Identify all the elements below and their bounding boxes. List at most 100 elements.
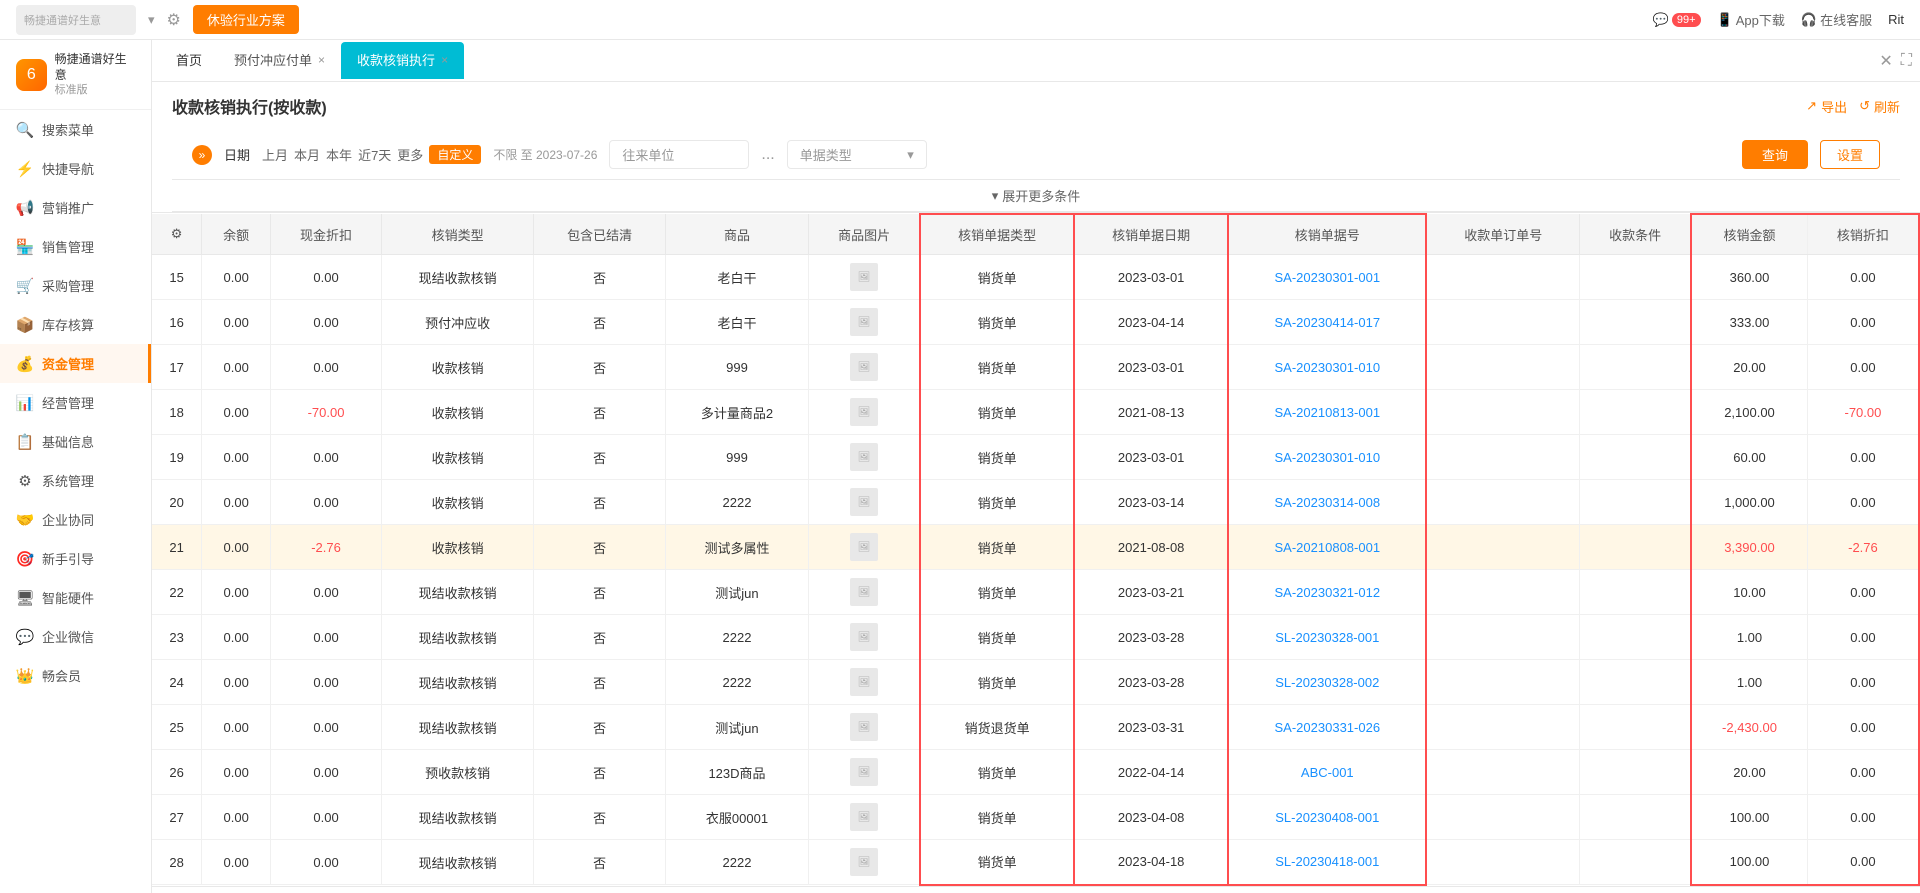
cell-cancel-amount: 1.00 [1691,660,1807,705]
sidebar-item-14[interactable]: 👑畅会员 [0,656,151,695]
cell-cash-discount: 0.00 [271,255,382,300]
bill-no-link[interactable]: SA-20230321-012 [1275,585,1381,600]
sidebar-item-6[interactable]: 💰资金管理 [0,344,151,383]
export-button[interactable]: ↗ 导出 [1806,97,1847,116]
cell-cancel-discount: 0.00 [1807,660,1919,705]
sidebar-item-1[interactable]: ⚡快捷导航 [0,149,151,188]
bill-no-link[interactable]: SL-20230328-002 [1275,675,1379,690]
close-tab-button[interactable]: ✕ [1879,51,1892,71]
unit-filter-input[interactable]: 往来单位 [609,140,749,169]
cell-bill-no[interactable]: SA-20230301-010 [1228,345,1426,390]
cell-bill-no[interactable]: SA-20210808-001 [1228,525,1426,570]
bill-no-link[interactable]: SA-20210808-001 [1275,540,1381,555]
tab-advance-payment[interactable]: 预付冲应付单 × [218,42,341,79]
sidebar-menu: 🔍搜索菜单⚡快捷导航📢营销推广🏪销售管理🛒采购管理📦库存核算💰资金管理📊经营管理… [0,110,151,695]
online-service-label: 在线客服 [1820,10,1872,29]
cell-bill-no[interactable]: SL-20230328-002 [1228,660,1426,705]
maximize-tab-button[interactable]: ⛶ [1901,52,1912,70]
close-receipt-cancel-tab[interactable]: × [441,53,448,67]
cell-bill-no[interactable]: SA-20230301-001 [1228,255,1426,300]
cell-bill-no[interactable]: SA-20230301-010 [1228,435,1426,480]
bill-no-link[interactable]: SA-20230301-010 [1275,360,1381,375]
bill-no-link[interactable]: SL-20230418-001 [1275,854,1379,869]
cell-cash-discount: 0.00 [271,480,382,525]
message-link[interactable]: 💬 99+ [1653,12,1701,28]
sidebar-item-8[interactable]: 📋基础信息 [0,422,151,461]
sidebar-item-9[interactable]: ⚙系统管理 [0,461,151,500]
date-last-7-days[interactable]: 近7天 [358,145,391,164]
cell-balance: 0.00 [202,255,271,300]
sidebar-item-10[interactable]: 🤝企业协同 [0,500,151,539]
filter-expand-button[interactable]: » [192,145,212,165]
cell-bill-no[interactable]: SA-20230414-017 [1228,300,1426,345]
cell-bill-no[interactable]: SA-20210813-001 [1228,390,1426,435]
cell-cancel-discount: 0.00 [1807,570,1919,615]
query-button[interactable]: 查询 [1742,140,1808,169]
industry-solution-button[interactable]: 休验行业方案 [193,5,299,34]
bill-no-link[interactable]: ABC-001 [1301,765,1354,780]
tab-receipt-cancel[interactable]: 收款核销执行 × [341,42,464,79]
sidebar-item-13[interactable]: 💬企业微信 [0,617,151,656]
cell-bill-no[interactable]: ABC-001 [1228,750,1426,795]
cell-cancel-type: 现结收款核销 [381,705,533,750]
date-custom-button[interactable]: 自定义 [429,145,481,164]
sidebar-item-3[interactable]: 🏪销售管理 [0,227,151,266]
cell-bill-type: 销货单 [920,660,1074,705]
user-name[interactable]: Rit [1888,12,1904,27]
cell-bill-date: 2022-04-14 [1074,750,1228,795]
cell-bill-no[interactable]: SL-20230328-001 [1228,615,1426,660]
cell-included: 否 [534,345,666,390]
sidebar-item-12[interactable]: 🖥智能硬件 [0,578,151,617]
filter-setting-button[interactable]: 设置 [1820,140,1880,169]
cell-bill-no[interactable]: SA-20230321-012 [1228,570,1426,615]
bill-no-link[interactable]: SA-20230301-010 [1275,450,1381,465]
cell-goods: 多计量商品2 [665,390,808,435]
refresh-button[interactable]: ↺ 刷新 [1859,97,1900,116]
sidebar-icon-12: 🖥 [16,589,34,607]
bill-no-link[interactable]: SA-20230331-026 [1275,720,1381,735]
cell-bill-no[interactable]: SA-20230331-026 [1228,705,1426,750]
bill-no-link[interactable]: SA-20230314-008 [1275,495,1381,510]
cell-cancel-discount: 0.00 [1807,840,1919,885]
goods-image: 🖼 [850,308,878,336]
cell-goods: 测试jun [665,570,808,615]
settings-icon[interactable]: ⚙ [167,10,181,30]
close-advance-payment-tab[interactable]: × [318,53,325,67]
sidebar-item-5[interactable]: 📦库存核算 [0,305,151,344]
sidebar-item-7[interactable]: 📊经营管理 [0,383,151,422]
cell-receipt-no [1426,345,1579,390]
app-download-link[interactable]: 📱 App下载 [1717,10,1785,29]
cell-bill-no[interactable]: SL-20230418-001 [1228,840,1426,885]
th-settings[interactable]: ⚙ [152,214,202,255]
bill-type-filter[interactable]: 单据类型 ▾ [787,140,927,169]
date-last-month[interactable]: 上月 [262,145,288,164]
online-service-link[interactable]: 🎧 在线客服 [1801,10,1872,29]
table-row: 26 0.00 0.00 预收款核销 否 123D商品 🖼 销货单 2022-0… [152,750,1919,795]
sidebar-item-11[interactable]: 🎯新手引导 [0,539,151,578]
cell-bill-no[interactable]: SA-20230314-008 [1228,480,1426,525]
bill-no-link[interactable]: SL-20230328-001 [1275,630,1379,645]
bill-no-link[interactable]: SA-20210813-001 [1275,405,1381,420]
goods-image: 🖼 [850,713,878,741]
cell-bill-date: 2021-08-08 [1074,525,1228,570]
cell-id: 18 [152,390,202,435]
bill-no-link[interactable]: SA-20230301-001 [1275,270,1381,285]
expand-more-button[interactable]: ▾ 展开更多条件 [992,186,1081,205]
bill-no-link[interactable]: SL-20230408-001 [1275,810,1379,825]
date-this-month[interactable]: 本月 [294,145,320,164]
sidebar-label-11: 新手引导 [42,549,94,568]
sidebar-item-0[interactable]: 🔍搜索菜单 [0,110,151,149]
dropdown-icon[interactable]: ▾ [148,12,155,28]
sidebar-item-2[interactable]: 📢营销推广 [0,188,151,227]
date-more[interactable]: 更多 [397,145,423,164]
bill-no-link[interactable]: SA-20230414-017 [1275,315,1381,330]
tab-home[interactable]: 首页 [160,42,218,79]
cell-bill-no[interactable]: SL-20230408-001 [1228,795,1426,840]
th-cancel-discount: 核销折扣 [1807,214,1919,255]
date-this-year[interactable]: 本年 [326,145,352,164]
cell-cash-discount: 0.00 [271,750,382,795]
sidebar-item-4[interactable]: 🛒采购管理 [0,266,151,305]
cell-cancel-amount: 1,000.00 [1691,480,1807,525]
sidebar-label-0: 搜索菜单 [42,120,94,139]
data-table-container[interactable]: ⚙ 余额 现金折扣 核销类型 包含已结清 商品 商品图片 核销单据类型 核销单据… [152,213,1920,893]
